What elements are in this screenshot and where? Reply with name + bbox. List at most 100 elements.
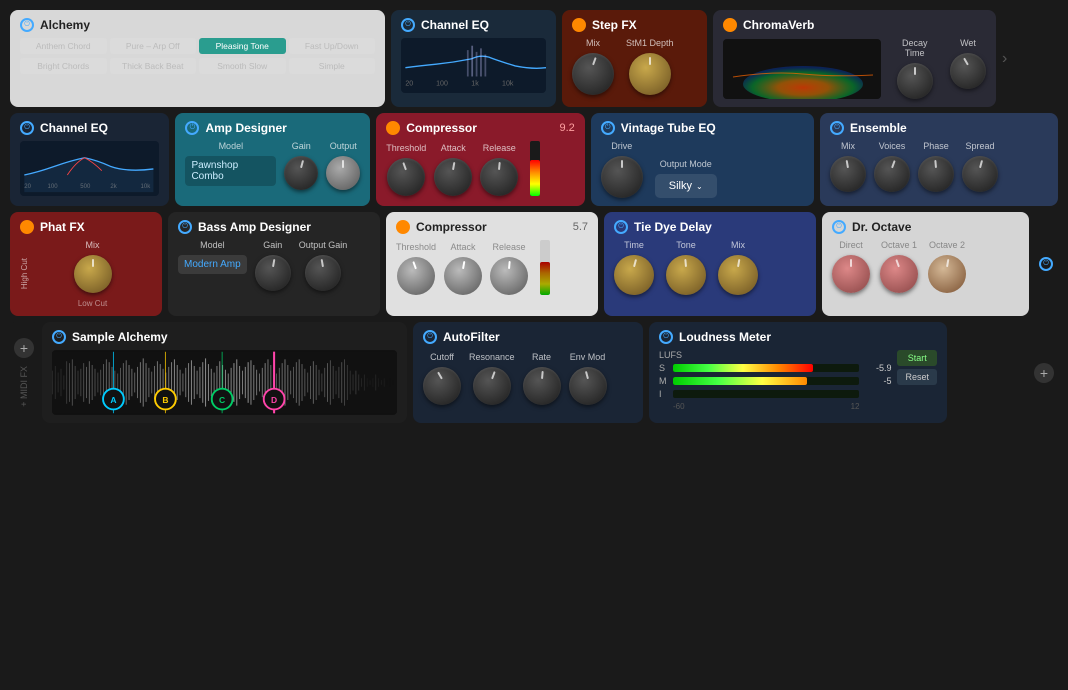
af-envmod-knob[interactable] bbox=[569, 367, 607, 405]
step-fx-depth-knob[interactable] bbox=[629, 53, 671, 95]
phat-fx-mix-knob[interactable] bbox=[74, 255, 112, 293]
step-fx-power[interactable]: ⏻ bbox=[572, 18, 586, 32]
compressor-light-power[interactable]: ⏻ bbox=[396, 220, 410, 234]
alchemy-power-btn[interactable]: ⏻ bbox=[20, 18, 34, 32]
af-rate-knob[interactable] bbox=[523, 367, 561, 405]
meter-m-value: -5 bbox=[863, 376, 891, 386]
bass-output-group: Output Gain bbox=[299, 240, 348, 291]
svg-text:A: A bbox=[110, 395, 116, 405]
row1-scroll-right[interactable]: › bbox=[1002, 10, 1007, 107]
phat-fx-highcut-label: High Cut bbox=[20, 258, 29, 289]
tie-dye-power[interactable]: ⏻ bbox=[614, 220, 628, 234]
ensemble-phase-label: Phase bbox=[923, 141, 949, 151]
dr-octave-power[interactable]: ⏻ bbox=[832, 220, 846, 234]
compressor-red-power[interactable]: ⏻ bbox=[386, 121, 400, 135]
add-right-btn[interactable]: + bbox=[1034, 363, 1054, 383]
tie-dye-time-knob[interactable] bbox=[614, 255, 654, 295]
chroma-verb-decay-knob[interactable] bbox=[897, 63, 933, 99]
af-rate-group: Rate bbox=[523, 352, 561, 405]
channel-eq-large-power[interactable]: ⏻ bbox=[401, 18, 415, 32]
tie-dye-mix-knob[interactable] bbox=[718, 255, 758, 295]
dr-octave-oct2-knob[interactable] bbox=[928, 255, 966, 293]
vintage-tube-eq-title: Vintage Tube EQ bbox=[621, 121, 716, 135]
comp-red-threshold-knob[interactable] bbox=[387, 158, 425, 196]
preset-pure-arp[interactable]: Pure – Arp Off bbox=[110, 38, 197, 54]
af-resonance-group: Resonance bbox=[469, 352, 515, 405]
af-cutoff-knob[interactable] bbox=[423, 367, 461, 405]
dr-octave-oct1-label: Octave 1 bbox=[881, 240, 917, 250]
step-fx-mix-label: Mix bbox=[586, 38, 600, 48]
phat-fx-lowcut-label: Low Cut bbox=[78, 299, 107, 308]
amp-designer-title: Amp Designer bbox=[205, 121, 286, 135]
preset-smooth-slow[interactable]: Smooth Slow bbox=[199, 58, 286, 74]
svg-text:1k: 1k bbox=[471, 80, 479, 87]
meter-row-i: I bbox=[659, 389, 891, 399]
preset-pleasing-tone[interactable]: Pleasing Tone bbox=[199, 38, 286, 54]
bass-gain-label: Gain bbox=[263, 240, 282, 250]
ensemble-mix-knob[interactable] bbox=[830, 156, 866, 192]
vintage-tube-eq-power[interactable]: ⏻ bbox=[601, 121, 615, 135]
tie-dye-title: Tie Dye Delay bbox=[634, 220, 712, 234]
preset-anthem-chord[interactable]: Anthem Chord bbox=[20, 38, 107, 54]
ensemble-spread-knob[interactable] bbox=[962, 156, 998, 192]
ensemble-voices-knob[interactable] bbox=[874, 156, 910, 192]
loudness-start-btn[interactable]: Start bbox=[897, 350, 937, 366]
dr-octave-title: Dr. Octave bbox=[852, 220, 911, 234]
comp-light-release-knob[interactable] bbox=[490, 257, 528, 295]
compressor-red-value: 9.2 bbox=[559, 122, 574, 134]
comp-red-attack-knob[interactable] bbox=[434, 158, 472, 196]
vteq-mode-chevron: ⌄ bbox=[696, 182, 703, 191]
amp-gain-knob[interactable] bbox=[284, 156, 318, 190]
row3-overflow-power: ⏻ bbox=[1035, 212, 1057, 316]
meter-scale: -60 12 bbox=[659, 402, 891, 411]
loudness-reset-btn[interactable]: Reset bbox=[897, 369, 937, 385]
comp-red-release-knob[interactable] bbox=[480, 158, 518, 196]
ensemble-spread-label: Spread bbox=[966, 141, 995, 151]
bass-amp-title: Bass Amp Designer bbox=[198, 220, 311, 234]
dr-octave-oct1-group: Octave 1 bbox=[880, 240, 918, 293]
ensemble-power[interactable]: ⏻ bbox=[830, 121, 844, 135]
vteq-mode-selector[interactable]: Silky ⌄ bbox=[655, 174, 717, 198]
amp-model-selector[interactable]: Pawnshop Combo bbox=[185, 156, 276, 186]
dr-octave-oct1-knob[interactable] bbox=[880, 255, 918, 293]
af-resonance-knob[interactable] bbox=[473, 367, 511, 405]
comp-light-attack-label: Attack bbox=[451, 242, 476, 252]
phat-fx-power[interactable]: ⏻ bbox=[20, 220, 34, 234]
sample-alchemy-power[interactable]: ⏻ bbox=[52, 330, 66, 344]
auto-filter-power[interactable]: ⏻ bbox=[423, 330, 437, 344]
svg-text:D: D bbox=[271, 395, 277, 405]
dr-octave-direct-knob[interactable] bbox=[832, 255, 870, 293]
add-midi-fx-btn[interactable]: + bbox=[14, 338, 34, 358]
amp-gain-group: Gain bbox=[284, 141, 318, 190]
row-4: ⏻ Sample Alchemy bbox=[42, 322, 1030, 423]
loudness-power[interactable]: ⏻ bbox=[659, 330, 673, 344]
chroma-verb-wet-knob[interactable] bbox=[950, 53, 986, 89]
ensemble-phase-knob[interactable] bbox=[918, 156, 954, 192]
bass-model-selector[interactable]: Modern Amp bbox=[178, 255, 247, 274]
alchemy-title: Alchemy bbox=[40, 18, 90, 32]
bass-amp-power[interactable]: ⏻ bbox=[178, 220, 192, 234]
vteq-drive-knob[interactable] bbox=[601, 156, 643, 198]
comp-light-release-label: Release bbox=[493, 242, 526, 252]
chroma-verb-power[interactable]: ⏻ bbox=[723, 18, 737, 32]
comp-light-attack-knob[interactable] bbox=[444, 257, 482, 295]
compressor-red-plugin: ⏻ Compressor 9.2 Threshold Attack bbox=[376, 113, 585, 206]
preset-thick-beat[interactable]: Thick Back Beat bbox=[110, 58, 197, 74]
tie-dye-tone-knob[interactable] bbox=[666, 255, 706, 295]
bass-gain-knob[interactable] bbox=[255, 255, 291, 291]
meter-m-bar-bg bbox=[673, 377, 859, 385]
comp-light-threshold-knob[interactable] bbox=[397, 257, 435, 295]
alchemy-presets-row2: Bright Chords Thick Back Beat Smooth Slo… bbox=[20, 58, 375, 74]
preset-simple[interactable]: Simple bbox=[289, 58, 376, 74]
preset-bright-chords[interactable]: Bright Chords bbox=[20, 58, 107, 74]
tie-dye-tone-label: Tone bbox=[676, 240, 696, 250]
bass-output-knob[interactable] bbox=[305, 255, 341, 291]
step-fx-mix-knob[interactable] bbox=[572, 53, 614, 95]
amp-output-label: Output bbox=[330, 141, 357, 151]
preset-fast-updown[interactable]: Fast Up/Down bbox=[289, 38, 376, 54]
amp-output-knob[interactable] bbox=[326, 156, 360, 190]
channel-eq-sm-power[interactable]: ⏻ bbox=[20, 121, 34, 135]
ensemble-voices-label: Voices bbox=[879, 141, 906, 151]
amp-designer-power[interactable]: ⏻ bbox=[185, 121, 199, 135]
row3-overflow-power-btn[interactable]: ⏻ bbox=[1039, 257, 1053, 271]
